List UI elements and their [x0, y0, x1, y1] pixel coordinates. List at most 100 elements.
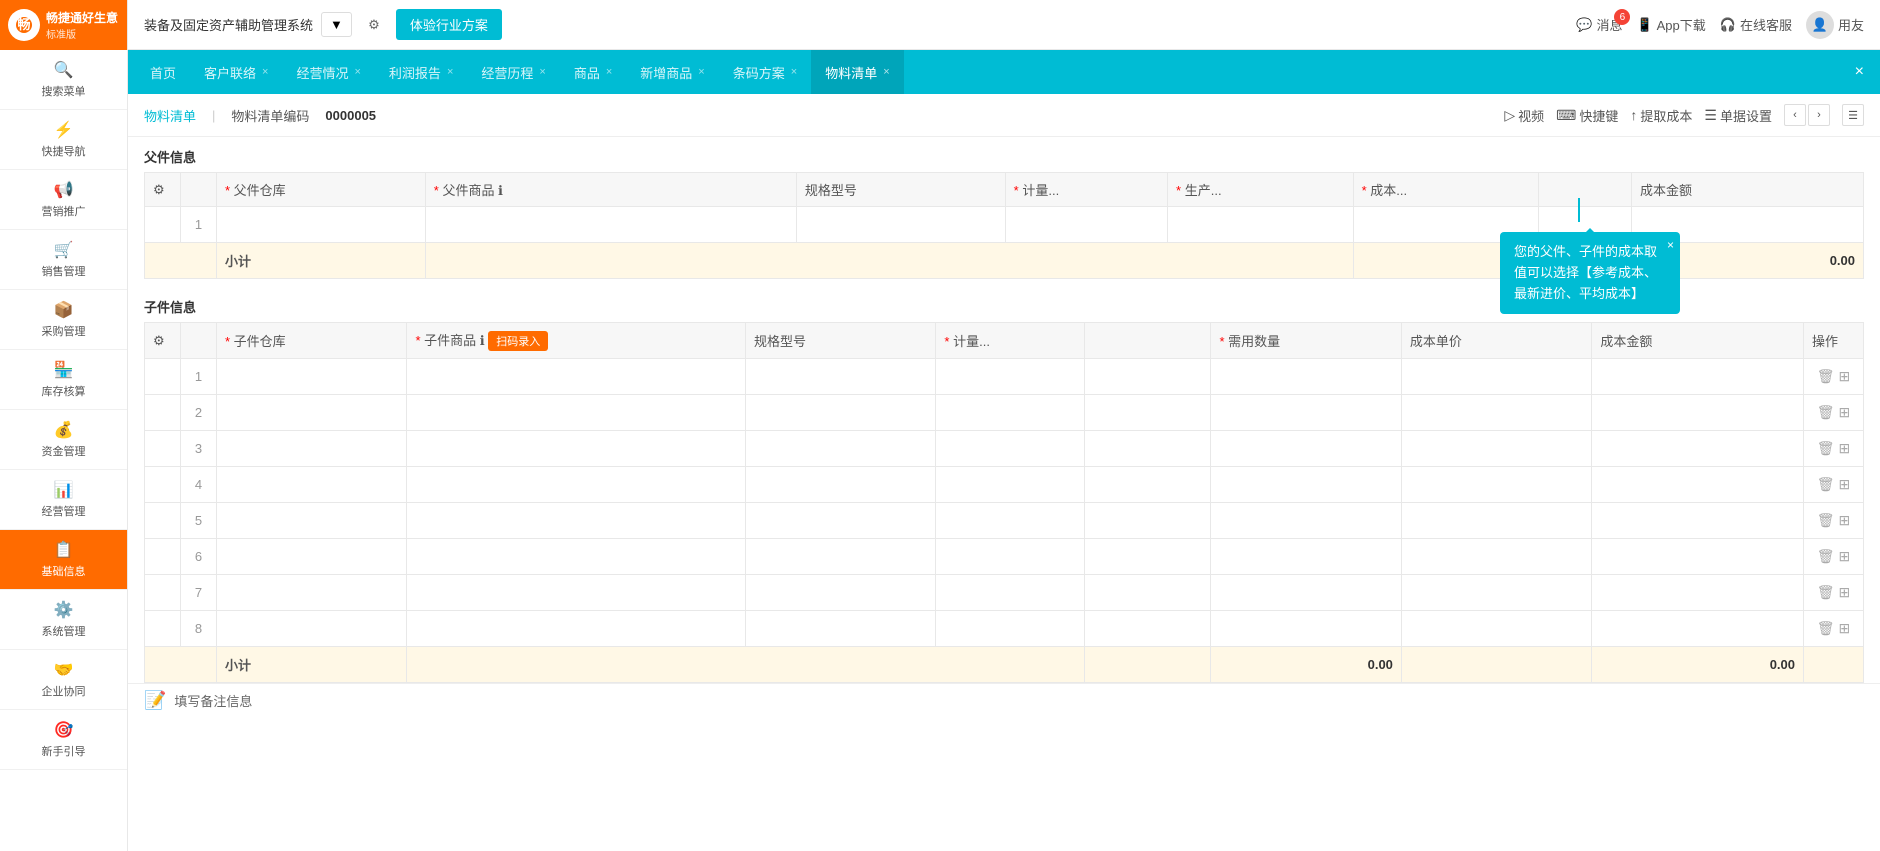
copy-icon-1[interactable]: ⊞ — [1839, 368, 1851, 385]
sidebar-item-guide[interactable]: 🎯 新手引导 — [0, 710, 127, 770]
child-row1-unitcost[interactable] — [1401, 359, 1591, 395]
child-row2-costamount[interactable] — [1592, 395, 1804, 431]
parent-row1-produce[interactable] — [1168, 207, 1354, 243]
parent-row1-spec[interactable] — [796, 207, 1005, 243]
child-row7-unitcost[interactable] — [1401, 575, 1591, 611]
child-row8-spec[interactable] — [745, 611, 935, 647]
video-action[interactable]: ▷ 视频 — [1504, 106, 1544, 125]
child-row6-spec[interactable] — [745, 539, 935, 575]
sidebar-item-inventory[interactable]: 🏪 库存核算 — [0, 350, 127, 410]
delete-icon-4[interactable]: 🗑 — [1817, 476, 1835, 493]
child-row5-costamount[interactable] — [1592, 503, 1804, 539]
sidebar-item-search[interactable]: 🔍 搜索菜单 — [0, 50, 127, 110]
child-row2-goods[interactable] — [407, 395, 746, 431]
tab-business[interactable]: 经营情况 × — [282, 50, 374, 94]
tab-bom-close[interactable]: × — [883, 66, 889, 78]
next-arrow[interactable]: › — [1808, 104, 1830, 126]
trial-btn[interactable]: 体验行业方案 — [396, 9, 502, 40]
child-row3-costamount[interactable] — [1592, 431, 1804, 467]
child-row1-spec[interactable] — [745, 359, 935, 395]
child-row2-unitcost[interactable] — [1401, 395, 1591, 431]
copy-icon-2[interactable]: ⊞ — [1839, 404, 1851, 421]
child-row1-unit[interactable] — [936, 359, 1084, 395]
copy-icon-5[interactable]: ⊞ — [1839, 512, 1851, 529]
child-row8-goods[interactable] — [407, 611, 746, 647]
app-download-btn[interactable]: 📱 App下载 — [1636, 15, 1705, 34]
extract-cost-action[interactable]: ↑ 提取成本 — [1630, 106, 1692, 125]
child-row2-spec[interactable] — [745, 395, 935, 431]
sidebar-item-system[interactable]: ⚙️ 系统管理 — [0, 590, 127, 650]
sidebar-item-quick-nav[interactable]: ⚡ 快捷导航 — [0, 110, 127, 170]
child-row7-unit[interactable] — [936, 575, 1084, 611]
topbar-settings-btn[interactable]: ⚙ — [360, 11, 388, 39]
child-row8-warehouse[interactable] — [217, 611, 407, 647]
tab-new-goods[interactable]: 新增商品 × — [626, 50, 718, 94]
tab-goods-close[interactable]: × — [606, 66, 612, 78]
prev-arrow[interactable]: ‹ — [1784, 104, 1806, 126]
delete-icon-2[interactable]: 🗑 — [1817, 404, 1835, 421]
copy-icon-8[interactable]: ⊞ — [1839, 620, 1851, 637]
child-row1-costamount[interactable] — [1592, 359, 1804, 395]
child-row7-warehouse[interactable] — [217, 575, 407, 611]
message-btn[interactable]: 💬 消息 6 — [1576, 15, 1622, 34]
child-row2-unit[interactable] — [936, 395, 1084, 431]
child-row5-needed[interactable] — [1211, 503, 1401, 539]
tab-profit-close[interactable]: × — [447, 66, 453, 78]
delete-icon-3[interactable]: 🗑 — [1817, 440, 1835, 457]
sidebar-item-marketing[interactable]: 📢 营销推广 — [0, 170, 127, 230]
online-service-btn[interactable]: 🎧 在线客服 — [1720, 15, 1792, 34]
copy-icon-6[interactable]: ⊞ — [1839, 548, 1851, 565]
grid-view-btn[interactable]: ☰ — [1842, 104, 1864, 126]
system-dropdown[interactable]: ▼ — [321, 12, 352, 37]
parent-row1-unit[interactable] — [1005, 207, 1167, 243]
tab-history-close[interactable]: × — [539, 66, 545, 78]
delete-icon-1[interactable]: 🗑 — [1817, 368, 1835, 385]
single-settings-action[interactable]: ☰ 单据设置 — [1704, 106, 1772, 125]
sidebar-item-sales[interactable]: 🛒 销售管理 — [0, 230, 127, 290]
tab-barcode[interactable]: 条码方案 × — [719, 50, 811, 94]
child-row4-unit[interactable] — [936, 467, 1084, 503]
child-row6-goods[interactable] — [407, 539, 746, 575]
tab-goods[interactable]: 商品 × — [560, 50, 626, 94]
delete-icon-7[interactable]: 🗑 — [1817, 584, 1835, 601]
child-row5-goods[interactable] — [407, 503, 746, 539]
child-row7-spec[interactable] — [745, 575, 935, 611]
sidebar-item-operations[interactable]: 📊 经营管理 — [0, 470, 127, 530]
child-row7-costamount[interactable] — [1592, 575, 1804, 611]
parent-row1-goods[interactable] — [425, 207, 796, 243]
child-row3-warehouse[interactable] — [217, 431, 407, 467]
copy-icon-7[interactable]: ⊞ — [1839, 584, 1851, 601]
breadcrumb-link[interactable]: 物料清单 — [144, 106, 196, 125]
tooltip-close-btn[interactable]: × — [1667, 236, 1674, 255]
child-row8-unitcost[interactable] — [1401, 611, 1591, 647]
user-menu[interactable]: 👤 用友 — [1806, 11, 1864, 39]
child-row8-needed[interactable] — [1211, 611, 1401, 647]
child-row6-unit[interactable] — [936, 539, 1084, 575]
child-row4-goods[interactable] — [407, 467, 746, 503]
tab-customer-close[interactable]: × — [262, 66, 268, 78]
child-row6-needed[interactable] — [1211, 539, 1401, 575]
child-row8-costamount[interactable] — [1592, 611, 1804, 647]
sidebar-item-basic[interactable]: 📋 基础信息 — [0, 530, 127, 590]
child-row3-unit[interactable] — [936, 431, 1084, 467]
child-row4-needed[interactable] — [1211, 467, 1401, 503]
parent-row1-warehouse[interactable] — [217, 207, 426, 243]
child-row3-spec[interactable] — [745, 431, 935, 467]
child-row6-costamount[interactable] — [1592, 539, 1804, 575]
child-row7-goods[interactable] — [407, 575, 746, 611]
child-row8-unit[interactable] — [936, 611, 1084, 647]
tab-business-close[interactable]: × — [354, 66, 360, 78]
scan-btn[interactable]: 扫码录入 — [488, 331, 548, 351]
child-row5-spec[interactable] — [745, 503, 935, 539]
tab-profit[interactable]: 利润报告 × — [375, 50, 467, 94]
child-row6-unitcost[interactable] — [1401, 539, 1591, 575]
child-row1-needed[interactable] — [1211, 359, 1401, 395]
sidebar-item-finance[interactable]: 💰 资金管理 — [0, 410, 127, 470]
child-row4-warehouse[interactable] — [217, 467, 407, 503]
delete-icon-5[interactable]: 🗑 — [1817, 512, 1835, 529]
nav-close-all[interactable]: × — [1847, 63, 1872, 81]
child-row5-unitcost[interactable] — [1401, 503, 1591, 539]
child-row3-goods[interactable] — [407, 431, 746, 467]
child-row3-needed[interactable] — [1211, 431, 1401, 467]
child-row1-warehouse[interactable] — [217, 359, 407, 395]
